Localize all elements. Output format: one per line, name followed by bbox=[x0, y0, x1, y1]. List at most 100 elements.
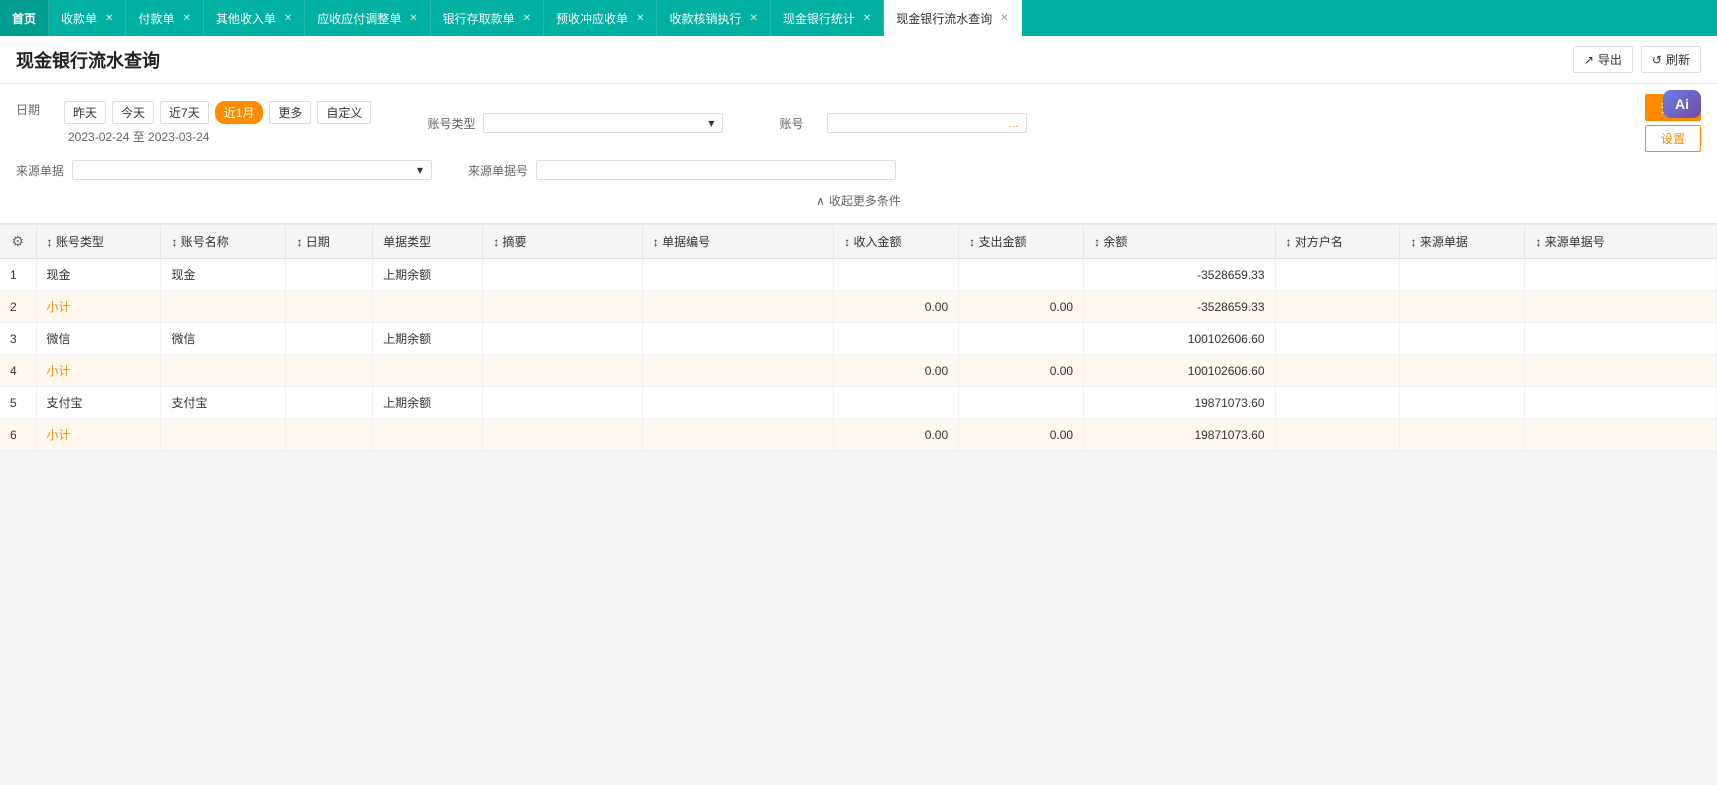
top-nav: 首页 收款单 ✕ 付款单 ✕ 其他收入单 ✕ 应收应付调整单 ✕ 银行存取款单 … bbox=[0, 0, 1717, 36]
date-yesterday[interactable]: 昨天 bbox=[64, 101, 106, 124]
row-doc-type bbox=[373, 291, 483, 323]
row-balance: 100102606.60 bbox=[1084, 355, 1275, 387]
nav-tab-3[interactable]: 应收应付调整单 ✕ bbox=[305, 0, 430, 36]
date-today[interactable]: 今天 bbox=[112, 101, 154, 124]
nav-tab-6[interactable]: 收款核销执行 ✕ bbox=[657, 0, 770, 36]
row-income: 0.00 bbox=[834, 419, 959, 451]
row-summary bbox=[483, 355, 643, 387]
col-source-doc: ↕ 来源单据 bbox=[1400, 225, 1525, 259]
filter-area: 日期 昨天 今天 近7天 近1月 更多 自定义 2023-02-24 至 202… bbox=[0, 84, 1717, 224]
row-source-doc bbox=[1400, 387, 1525, 419]
table-row: 1现金现金上期余额-3528659.33 bbox=[0, 259, 1717, 291]
date-filter-group: 日期 昨天 今天 近7天 近1月 更多 自定义 2023-02-24 至 202… bbox=[16, 101, 371, 145]
table-body: 1现金现金上期余额-3528659.332小计0.000.00-3528659.… bbox=[0, 259, 1717, 451]
account-more-btn[interactable]: ... bbox=[1008, 116, 1018, 130]
nav-close-5[interactable]: ✕ bbox=[636, 13, 644, 24]
row-expense: 0.00 bbox=[959, 291, 1084, 323]
nav-close-4[interactable]: ✕ bbox=[523, 13, 531, 24]
row-account-name: 微信 bbox=[161, 323, 286, 355]
row-account-name: 支付宝 bbox=[161, 387, 286, 419]
row-counterpart bbox=[1275, 419, 1400, 451]
date-1month[interactable]: 近1月 bbox=[215, 101, 264, 124]
nav-tab-5[interactable]: 预收冲应收单 ✕ bbox=[544, 0, 657, 36]
account-type-select[interactable]: ▾ bbox=[483, 113, 723, 133]
nav-close-6[interactable]: ✕ bbox=[749, 13, 757, 24]
nav-tab-8[interactable]: 现金银行流水查询 ✕ bbox=[884, 0, 1021, 36]
row-expense: 0.00 bbox=[959, 355, 1084, 387]
row-source-doc-no bbox=[1525, 259, 1717, 291]
nav-close-1[interactable]: ✕ bbox=[182, 13, 190, 24]
row-source-doc bbox=[1400, 355, 1525, 387]
row-account-type: 小计 bbox=[36, 355, 161, 387]
row-number: 3 bbox=[0, 323, 36, 355]
refresh-button[interactable]: ↺ 刷新 bbox=[1641, 46, 1701, 73]
settings-button[interactable]: 设置 bbox=[1645, 125, 1701, 152]
nav-close-2[interactable]: ✕ bbox=[284, 13, 292, 24]
nav-tab-7[interactable]: 现金银行统计 ✕ bbox=[771, 0, 884, 36]
row-balance: 19871073.60 bbox=[1084, 387, 1275, 419]
col-account-type: ↕ 账号类型 bbox=[36, 225, 161, 259]
row-income bbox=[834, 323, 959, 355]
nav-close-3[interactable]: ✕ bbox=[409, 13, 417, 24]
row-doc-no bbox=[642, 387, 833, 419]
ai-badge[interactable]: Ai bbox=[1663, 90, 1701, 118]
row-date bbox=[286, 355, 373, 387]
header-actions: ↗ 导出 ↺ 刷新 bbox=[1573, 46, 1701, 73]
row-date bbox=[286, 387, 373, 419]
collapse-row[interactable]: ∧ 收起更多条件 bbox=[16, 188, 1701, 213]
row-date bbox=[286, 291, 373, 323]
col-doc-no-label: ↕ 单据编号 bbox=[653, 235, 710, 249]
row-counterpart bbox=[1275, 291, 1400, 323]
col-source-doc-no-label: ↕ 来源单据号 bbox=[1535, 235, 1604, 249]
col-account-name-label: ↕ 账号名称 bbox=[171, 235, 228, 249]
nav-close-8[interactable]: ✕ bbox=[1000, 13, 1008, 24]
source-doc-select[interactable]: ▾ bbox=[72, 160, 432, 180]
date-more[interactable]: 更多 bbox=[269, 101, 311, 124]
row-summary bbox=[483, 291, 643, 323]
row-income bbox=[834, 387, 959, 419]
row-source-doc bbox=[1400, 291, 1525, 323]
filter-row-2: 来源单据 ▾ 来源单据号 bbox=[16, 160, 1701, 180]
date-custom[interactable]: 自定义 bbox=[317, 101, 371, 124]
collapse-label: 收起更多条件 bbox=[829, 192, 901, 209]
page-title: 现金银行流水查询 bbox=[16, 47, 160, 73]
col-date: ↕ 日期 bbox=[286, 225, 373, 259]
nav-tab-1[interactable]: 付款单 ✕ bbox=[126, 0, 203, 36]
col-expense: ↕ 支出金额 bbox=[959, 225, 1084, 259]
date-options: 昨天 今天 近7天 近1月 更多 自定义 bbox=[64, 101, 371, 124]
col-doc-no: ↕ 单据编号 bbox=[642, 225, 833, 259]
page-header: 现金银行流水查询 ↗ 导出 ↺ 刷新 bbox=[0, 36, 1717, 84]
source-doc-no-label: 来源单据号 bbox=[468, 162, 528, 179]
export-button[interactable]: ↗ 导出 bbox=[1573, 46, 1633, 73]
source-doc-chevron: ▾ bbox=[417, 163, 423, 177]
nav-close-7[interactable]: ✕ bbox=[863, 13, 871, 24]
col-counterpart: ↕ 对方户名 bbox=[1275, 225, 1400, 259]
row-counterpart bbox=[1275, 387, 1400, 419]
row-summary bbox=[483, 387, 643, 419]
row-balance: -3528659.33 bbox=[1084, 291, 1275, 323]
nav-tab-4[interactable]: 银行存取款单 ✕ bbox=[431, 0, 544, 36]
nav-tab-0[interactable]: 收款单 ✕ bbox=[49, 0, 126, 36]
row-number: 1 bbox=[0, 259, 36, 291]
col-expense-label: ↕ 支出金额 bbox=[969, 235, 1026, 249]
date-7days[interactable]: 近7天 bbox=[160, 101, 209, 124]
filter-row-1: 日期 昨天 今天 近7天 近1月 更多 自定义 2023-02-24 至 202… bbox=[16, 94, 1701, 152]
gear-icon[interactable]: ⚙ bbox=[11, 233, 24, 249]
row-account-type: 微信 bbox=[36, 323, 161, 355]
row-doc-no bbox=[642, 355, 833, 387]
row-number: 2 bbox=[0, 291, 36, 323]
table-row: 5支付宝支付宝上期余额19871073.60 bbox=[0, 387, 1717, 419]
nav-close-0[interactable]: ✕ bbox=[105, 13, 113, 24]
row-source-doc-no bbox=[1525, 355, 1717, 387]
col-balance-label: ↕ 余额 bbox=[1094, 235, 1127, 249]
table-row: 6小计0.000.0019871073.60 bbox=[0, 419, 1717, 451]
nav-home[interactable]: 首页 bbox=[0, 0, 49, 36]
date-range-display: 2023-02-24 至 2023-03-24 bbox=[68, 128, 371, 145]
source-doc-no-input[interactable] bbox=[536, 160, 896, 180]
nav-tab-2[interactable]: 其他收入单 ✕ bbox=[204, 0, 305, 36]
row-doc-type: 上期余额 bbox=[373, 387, 483, 419]
refresh-icon: ↺ bbox=[1652, 53, 1662, 67]
col-account-name: ↕ 账号名称 bbox=[161, 225, 286, 259]
row-account-type: 现金 bbox=[36, 259, 161, 291]
account-label: 账号 bbox=[779, 115, 819, 132]
